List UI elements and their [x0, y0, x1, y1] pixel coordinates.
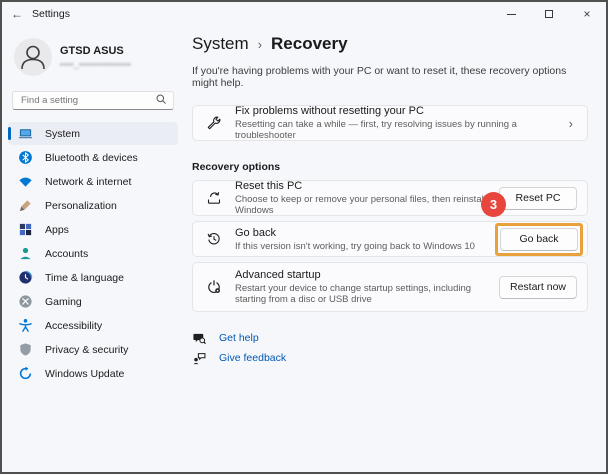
maximize-icon[interactable]: [530, 2, 568, 26]
person-icon: [14, 38, 52, 76]
sidebar-item-label: Gaming: [45, 296, 82, 308]
sidebar-nav: System Bluetooth & devices Network & int…: [2, 122, 184, 385]
accounts-person-icon: [18, 246, 33, 261]
sidebar-item-label: Windows Update: [45, 368, 124, 380]
sidebar-item-label: Apps: [45, 224, 69, 236]
footer-links: Get help Give feedback: [192, 328, 594, 368]
brush-icon: [18, 198, 33, 213]
give-feedback-label: Give feedback: [219, 352, 286, 364]
search-icon: [155, 93, 168, 111]
sidebar-item-label: Privacy & security: [45, 344, 128, 356]
go-back-button[interactable]: Go back: [500, 228, 578, 251]
breadcrumb-parent[interactable]: System: [192, 34, 249, 54]
avatar: [14, 38, 52, 76]
recovery-options-group: Reset this PC Choose to keep or remove y…: [192, 180, 594, 312]
reset-pc-subtitle: Choose to keep or remove your personal f…: [235, 194, 497, 216]
user-email-blurred: ••••_•••••••••••••••: [60, 59, 131, 69]
sidebar-item-bluetooth-devices[interactable]: Bluetooth & devices: [8, 146, 178, 169]
restart-now-button[interactable]: Restart now: [499, 276, 577, 299]
sidebar-item-personalization[interactable]: Personalization: [8, 194, 178, 217]
clock-icon: [18, 270, 33, 285]
reset-pc-title: Reset this PC: [235, 180, 499, 192]
sidebar-item-label: Accessibility: [45, 320, 102, 332]
advanced-startup-subtitle: Restart your device to change startup se…: [235, 283, 497, 305]
go-back-card: Go back If this version isn't working, t…: [192, 221, 588, 257]
feedback-icon: [192, 351, 207, 366]
user-name: GTSD ASUS: [60, 45, 131, 57]
reset-pc-icon: [193, 190, 235, 206]
go-back-title: Go back: [235, 227, 495, 239]
history-icon: [193, 231, 235, 247]
selected-indicator: [8, 127, 11, 140]
sidebar: GTSD ASUS ••••_••••••••••••••• System: [2, 26, 184, 472]
search-input[interactable]: [12, 91, 174, 110]
user-profile[interactable]: GTSD ASUS ••••_•••••••••••••••: [14, 38, 184, 76]
sidebar-item-label: Bluetooth & devices: [45, 152, 138, 164]
update-arrows-icon: [18, 366, 33, 381]
reset-pc-button[interactable]: Reset PC: [499, 187, 577, 210]
page-title: Recovery: [271, 34, 348, 54]
sidebar-item-label: System: [45, 128, 80, 140]
close-icon[interactable]: ×: [568, 2, 606, 26]
get-help-link[interactable]: Get help: [192, 328, 594, 348]
sidebar-item-accessibility[interactable]: Accessibility: [8, 314, 178, 337]
page-description: If you're having problems with your PC o…: [192, 65, 594, 89]
apps-grid-icon: [18, 222, 33, 237]
accessibility-person-icon: [18, 318, 33, 333]
system-icon: [18, 126, 33, 141]
shield-icon: [18, 342, 33, 357]
titlebar: ← Settings ×: [2, 2, 606, 26]
tutorial-highlight-box: Go back: [495, 223, 583, 256]
sidebar-item-label: Accounts: [45, 248, 88, 260]
sidebar-item-windows-update[interactable]: Windows Update: [8, 362, 178, 385]
search-box: [12, 90, 174, 110]
back-icon[interactable]: ←: [2, 7, 32, 21]
power-gear-icon: [193, 279, 235, 295]
section-label-recovery-options: Recovery options: [192, 161, 594, 173]
help-bubble-icon: [192, 331, 207, 346]
main-content: System › Recovery If you're having probl…: [192, 26, 594, 472]
sidebar-item-label: Network & internet: [45, 176, 131, 188]
sidebar-item-system[interactable]: System: [8, 122, 178, 145]
sidebar-item-time-language[interactable]: Time & language: [8, 266, 178, 289]
bluetooth-icon: [18, 150, 33, 165]
wrench-icon: [193, 115, 235, 131]
give-feedback-link[interactable]: Give feedback: [192, 348, 594, 368]
minimize-icon[interactable]: [492, 2, 530, 26]
chevron-right-icon: ›: [258, 36, 262, 52]
advanced-startup-card: Advanced startup Restart your device to …: [192, 262, 588, 312]
annotation-step-badge: 3: [481, 192, 506, 217]
sidebar-item-apps[interactable]: Apps: [8, 218, 178, 241]
xbox-icon: [18, 294, 33, 309]
advanced-startup-title: Advanced startup: [235, 269, 499, 281]
fix-problems-title: Fix problems without resetting your PC: [235, 105, 569, 117]
window-controls: ×: [492, 2, 606, 26]
sidebar-item-label: Personalization: [45, 200, 117, 212]
fix-problems-subtitle: Resetting can take a while — first, try …: [235, 119, 569, 141]
get-help-label: Get help: [219, 332, 259, 344]
settings-window: ← Settings × GTSD ASUS ••••_••••••••••••…: [0, 0, 608, 474]
reset-pc-card: Reset this PC Choose to keep or remove y…: [192, 180, 588, 216]
breadcrumb: System › Recovery: [192, 34, 594, 54]
sidebar-item-network-internet[interactable]: Network & internet: [8, 170, 178, 193]
wifi-icon: [18, 174, 33, 189]
sidebar-item-accounts[interactable]: Accounts: [8, 242, 178, 265]
window-title: Settings: [32, 8, 70, 20]
sidebar-item-privacy-security[interactable]: Privacy & security: [8, 338, 178, 361]
sidebar-item-label: Time & language: [45, 272, 124, 284]
sidebar-item-gaming[interactable]: Gaming: [8, 290, 178, 313]
fix-problems-card[interactable]: Fix problems without resetting your PC R…: [192, 105, 588, 141]
chevron-right-icon: ›: [569, 116, 573, 131]
go-back-subtitle: If this version isn't working, try going…: [235, 241, 495, 252]
